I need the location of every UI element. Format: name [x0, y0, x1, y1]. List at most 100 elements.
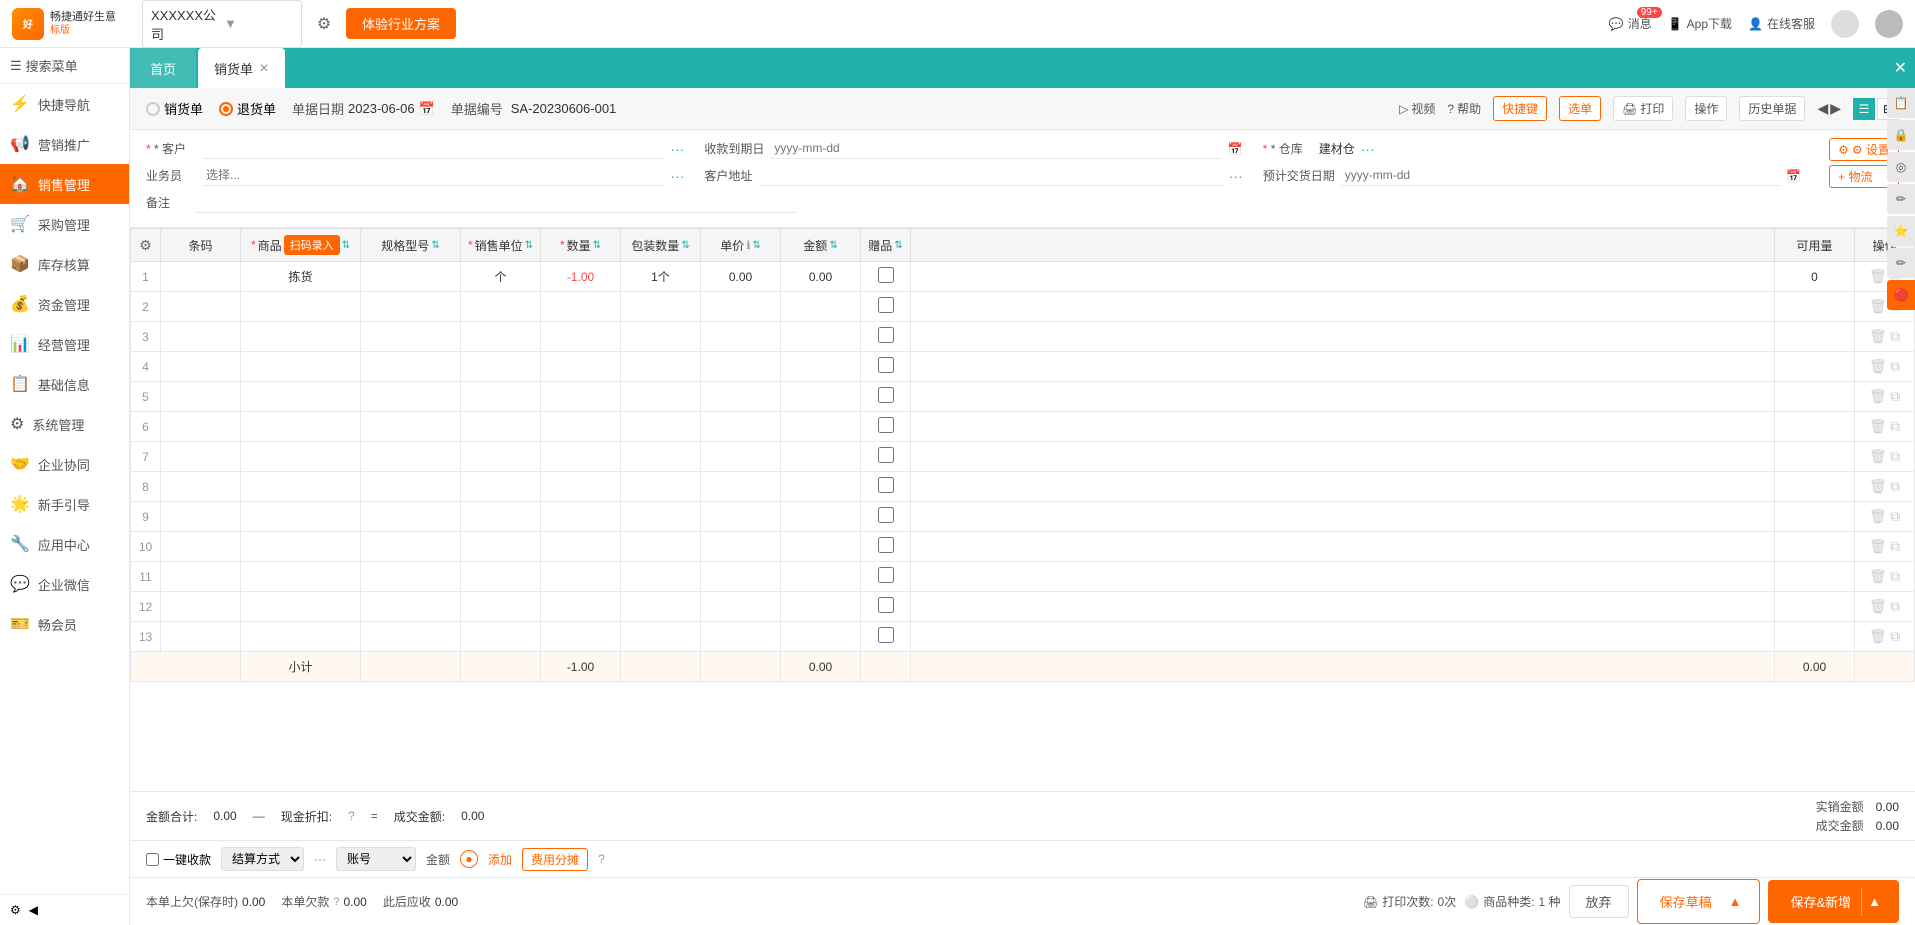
row-desc[interactable] [911, 502, 1775, 532]
row-barcode[interactable] [161, 292, 241, 322]
row-price[interactable] [701, 322, 781, 352]
row-qty[interactable] [541, 472, 621, 502]
right-tool-2[interactable]: 🔒 [1887, 120, 1915, 150]
row-pkg-qty[interactable] [621, 382, 701, 412]
row-desc[interactable] [911, 562, 1775, 592]
row-barcode[interactable] [161, 532, 241, 562]
row-pkg-qty[interactable] [621, 292, 701, 322]
row-barcode[interactable] [161, 262, 241, 292]
row-amount[interactable] [781, 412, 861, 442]
row-desc[interactable] [911, 532, 1775, 562]
row-unit[interactable] [461, 592, 541, 622]
right-tool-6[interactable]: ✏ [1887, 248, 1915, 278]
row-product[interactable] [241, 502, 361, 532]
row-spec[interactable] [361, 622, 461, 652]
row-price[interactable] [701, 412, 781, 442]
receive-date-input[interactable] [770, 138, 1221, 159]
row-desc[interactable] [911, 442, 1775, 472]
row-amount[interactable] [781, 532, 861, 562]
sidebar-gear-icon[interactable]: ⚙ [10, 903, 21, 917]
fee-help-icon[interactable]: ? [598, 852, 605, 866]
tab-bar-close[interactable]: ✕ [1894, 58, 1915, 78]
right-tool-7[interactable]: 🔴 [1887, 280, 1915, 310]
abandon-button[interactable]: 放弃 [1569, 885, 1629, 918]
salesperson-dots[interactable]: ··· [670, 168, 684, 184]
row-barcode[interactable] [161, 322, 241, 352]
calendar-icon[interactable]: 📅 [419, 101, 435, 117]
sort-qty-icon[interactable]: ⇅ [593, 240, 601, 251]
row-price[interactable] [701, 562, 781, 592]
row-qty[interactable] [541, 352, 621, 382]
row-pkg-qty[interactable] [621, 412, 701, 442]
add-button[interactable]: ● [460, 850, 478, 868]
delete-row-icon[interactable]: 🗑 [1869, 268, 1887, 284]
row-pkg-qty[interactable] [621, 622, 701, 652]
row-amount[interactable]: 0.00 [781, 262, 861, 292]
sidebar-collapse-icon[interactable]: ◀ [29, 903, 38, 917]
trial-button[interactable]: 体验行业方案 [346, 8, 456, 39]
delete-row-icon[interactable]: 🗑 [1869, 538, 1887, 554]
radio-sales[interactable]: 销货单 [146, 99, 203, 118]
row-gift[interactable] [861, 622, 911, 652]
settings-icon[interactable]: ⚙ [310, 10, 338, 38]
save-new-button[interactable]: 保存&新增 ▲ [1768, 880, 1899, 923]
row-pkg-qty[interactable] [621, 592, 701, 622]
app-download-button[interactable]: 📱 App下载 [1668, 15, 1732, 32]
row-qty[interactable] [541, 502, 621, 532]
row-gift[interactable] [861, 532, 911, 562]
video-link[interactable]: ▷ 视频 [1399, 100, 1435, 117]
history-btn[interactable]: 历史单据 [1739, 96, 1805, 121]
row-desc[interactable] [911, 622, 1775, 652]
th-gear[interactable]: ⚙ [131, 229, 161, 262]
right-tool-3[interactable]: ◎ [1887, 152, 1915, 182]
row-qty[interactable] [541, 532, 621, 562]
online-service-button[interactable]: 👤 在线客服 [1748, 15, 1815, 32]
row-desc[interactable] [911, 472, 1775, 502]
row-gift[interactable] [861, 442, 911, 472]
sidebar-item-finance[interactable]: 💰 资金管理 [0, 284, 129, 324]
row-pkg-qty[interactable] [621, 442, 701, 472]
sidebar-item-operations[interactable]: 📊 经营管理 [0, 324, 129, 364]
row-product[interactable] [241, 472, 361, 502]
settle-dots[interactable]: ··· [314, 852, 326, 866]
row-desc[interactable] [911, 292, 1775, 322]
sidebar-search[interactable]: ☰ 搜索菜单 [0, 48, 129, 84]
fee-split-button[interactable]: 费用分摊 [522, 848, 588, 871]
row-gift[interactable] [861, 592, 911, 622]
row-pkg-qty[interactable] [621, 322, 701, 352]
row-pkg-qty[interactable]: 1个 [621, 262, 701, 292]
row-amount[interactable] [781, 442, 861, 472]
sidebar-item-system[interactable]: ⚙ 系统管理 [0, 404, 129, 444]
row-unit[interactable] [461, 322, 541, 352]
receive-date-calendar-icon[interactable]: 📅 [1228, 142, 1243, 156]
row-product[interactable] [241, 562, 361, 592]
customer-dots[interactable]: ··· [670, 141, 684, 157]
row-gift[interactable] [861, 562, 911, 592]
copy-row-icon[interactable]: ⧉ [1890, 598, 1900, 614]
copy-row-icon[interactable]: ⧉ [1890, 568, 1900, 584]
sort-price-icon[interactable]: ⇅ [752, 240, 760, 251]
copy-row-icon[interactable]: ⧉ [1890, 628, 1900, 644]
sidebar-item-app-center[interactable]: 🔧 应用中心 [0, 524, 129, 564]
delete-row-icon[interactable]: 🗑 [1869, 508, 1887, 524]
row-spec[interactable] [361, 442, 461, 472]
warehouse-dots[interactable]: ··· [1361, 141, 1375, 157]
row-desc[interactable] [911, 262, 1775, 292]
row-spec[interactable] [361, 412, 461, 442]
settle-method-select[interactable]: 结算方式 [221, 847, 304, 871]
row-qty[interactable] [541, 592, 621, 622]
copy-row-icon[interactable]: ⧉ [1890, 418, 1900, 434]
notes-input[interactable] [196, 192, 796, 213]
row-barcode[interactable] [161, 592, 241, 622]
help-link[interactable]: ? 帮助 [1447, 100, 1481, 117]
tab-sales-order[interactable]: 销货单 ✕ [198, 48, 285, 88]
row-amount[interactable] [781, 352, 861, 382]
row-gift[interactable] [861, 412, 911, 442]
row-amount[interactable] [781, 562, 861, 592]
table-gear-icon[interactable]: ⚙ [139, 237, 152, 253]
avatar[interactable] [1831, 10, 1859, 38]
row-amount[interactable] [781, 472, 861, 502]
row-desc[interactable] [911, 322, 1775, 352]
copy-row-icon[interactable]: ⧉ [1890, 448, 1900, 464]
delete-row-icon[interactable]: 🗑 [1869, 388, 1887, 404]
